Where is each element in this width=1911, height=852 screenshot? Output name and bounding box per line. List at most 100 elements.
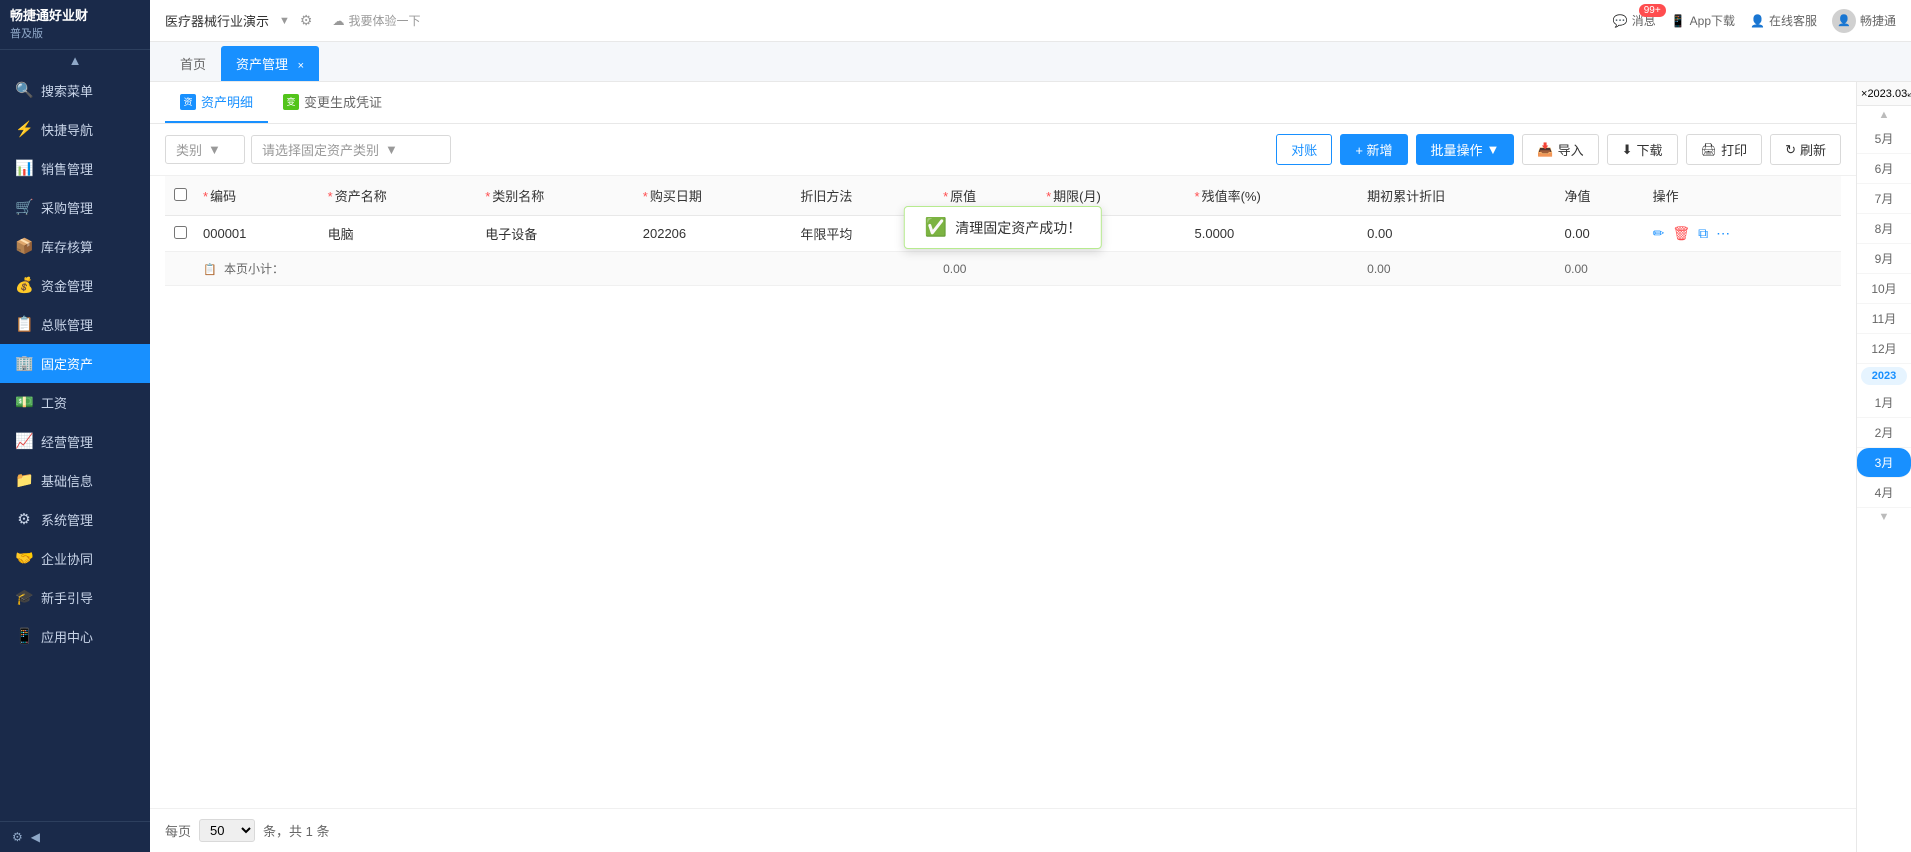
copy-icon[interactable]: ⧉ — [1698, 225, 1708, 242]
sidebar-item-应用中心[interactable]: 📱应用中心 — [0, 617, 150, 656]
per-page-select[interactable]: 50 100 — [199, 819, 255, 842]
sidebar-label-9: 经营管理 — [41, 432, 93, 451]
calendar-month-curr-3月[interactable]: 3月 — [1857, 448, 1911, 478]
category-value-dropdown-icon: ▼ — [385, 142, 398, 157]
content-area: 资 资产明细 变 变更生成凭证 类别 ▼ 请选择固定资产类别 — [150, 82, 1911, 852]
calendar-nav-up[interactable]: ▲ — [1857, 106, 1911, 124]
sidebar-icon-14: 📱 — [15, 627, 33, 645]
row-checkbox-0[interactable] — [174, 226, 187, 239]
sidebar-icon-8: 💵 — [15, 393, 33, 411]
sub-tab-asset-detail[interactable]: 资 资产明细 — [165, 82, 268, 123]
sidebar-icon-13: 🎓 — [15, 588, 33, 606]
sidebar-item-库存核算[interactable]: 📦库存核算 — [0, 227, 150, 266]
sidebar-label-7: 固定资产 — [41, 354, 93, 373]
category-dropdown-icon: ▼ — [208, 142, 221, 157]
col-initial-accumulated: 期初累计折旧 — [1359, 176, 1556, 216]
success-check-icon: ✅ — [925, 217, 947, 238]
sidebar-item-快捷导航[interactable]: ⚡快捷导航 — [0, 110, 150, 149]
settings-gear-icon[interactable]: ⚙ — [300, 12, 313, 29]
batch-ops-button[interactable]: 批量操作 ▼ — [1416, 134, 1515, 165]
row-code: 000001 — [195, 216, 320, 252]
import-button[interactable]: 📥 导入 — [1522, 134, 1598, 165]
new-button[interactable]: + 新增 — [1340, 134, 1407, 165]
subtotal-row: 📋 本页小计： 0.00 0.00 0.00 — [165, 252, 1841, 286]
calendar-month-curr-1月[interactable]: 1月 — [1857, 388, 1911, 418]
sidebar-item-搜索菜单[interactable]: 🔍搜索菜单 — [0, 71, 150, 110]
sidebar-label-0: 搜索菜单 — [41, 81, 93, 100]
online-service[interactable]: 👤 在线客服 — [1750, 12, 1817, 29]
sidebar-item-基础信息[interactable]: 📁基础信息 — [0, 461, 150, 500]
sidebar-item-企业协同[interactable]: 🤝企业协同 — [0, 539, 150, 578]
more-icon[interactable]: ⋯ — [1716, 225, 1730, 242]
success-message: 清理固定资产成功！ — [955, 218, 1081, 238]
sidebar-item-新手引导[interactable]: 🎓 新手引导 — [0, 578, 150, 617]
calendar-month-8月[interactable]: 8月 — [1857, 214, 1911, 244]
sidebar-item-资金管理[interactable]: 💰资金管理 — [0, 266, 150, 305]
sidebar-item-经营管理[interactable]: 📈经营管理 — [0, 422, 150, 461]
sidebar-icon-7: 🏢 — [15, 354, 33, 372]
refresh-button[interactable]: ↻ 刷新 — [1770, 134, 1841, 165]
settings-icon[interactable]: ⚙ — [12, 830, 23, 844]
sidebar-item-采购管理[interactable]: 🛒采购管理 — [0, 188, 150, 227]
calendar-panel: × 2023.03 ⤢ ▲ 5月6月7月8月9月10月11月12月 2023 1… — [1856, 82, 1911, 852]
tab-close-icon[interactable]: × — [298, 60, 304, 72]
company-name: 医疗器械行业演示 — [165, 11, 269, 30]
sidebar: 畅捷通好业财 普及版 ▲ 🔍搜索菜单⚡快捷导航📊销售管理🛒采购管理📦库存核算💰资… — [0, 0, 150, 852]
subtotal-period — [1038, 252, 1186, 286]
checkbox-header — [165, 176, 195, 216]
calendar-month-9月[interactable]: 9月 — [1857, 244, 1911, 274]
sidebar-item-总账管理[interactable]: 📋总账管理 — [0, 305, 150, 344]
collapse-icon[interactable]: ◀ — [31, 830, 40, 844]
avatar: 👤 — [1832, 9, 1856, 33]
sidebar-label-1: 快捷导航 — [41, 120, 93, 139]
calendar-nav-down[interactable]: ▼ — [1857, 508, 1911, 526]
sidebar-label-6: 总账管理 — [41, 315, 93, 334]
calendar-header: × 2023.03 ⤢ — [1857, 82, 1911, 106]
calendar-month-6月[interactable]: 6月 — [1857, 154, 1911, 184]
category-value-select[interactable]: 请选择固定资产类别 ▼ — [251, 135, 451, 164]
download-button[interactable]: ⬇ 下载 — [1607, 134, 1678, 165]
dropdown-icon[interactable]: ▼ — [279, 15, 290, 27]
tab-asset-management[interactable]: 资产管理 × — [221, 46, 319, 81]
subtotal-actions — [1645, 252, 1841, 286]
calendar-month-10月[interactable]: 10月 — [1857, 274, 1911, 304]
try-feature[interactable]: ☁ 我要体验一下 — [332, 12, 420, 29]
calendar-month-11月[interactable]: 11月 — [1857, 304, 1911, 334]
calendar-month-5月[interactable]: 5月 — [1857, 124, 1911, 154]
sub-tab-asset-detail-label: 资产明细 — [201, 92, 253, 111]
refresh-icon: ↻ — [1785, 142, 1796, 158]
calendar-month-12月[interactable]: 12月 — [1857, 334, 1911, 364]
sidebar-scroll-up[interactable]: ▲ — [0, 50, 150, 71]
batch-dropdown-icon: ▼ — [1487, 142, 1500, 157]
col-operations: 操作 — [1645, 176, 1841, 216]
app-download[interactable]: 📱 App下载 — [1671, 12, 1735, 29]
user-info[interactable]: 👤 畅捷通 — [1832, 9, 1896, 33]
calendar-month-7月[interactable]: 7月 — [1857, 184, 1911, 214]
import-icon: 📥 — [1537, 142, 1553, 158]
sidebar-item-工资[interactable]: 💵工资 — [0, 383, 150, 422]
table-wrapper: ✅ 清理固定资产成功！ *编码 *资产名称 *类别名称 *购买日期 — [150, 176, 1856, 808]
edit-icon[interactable]: ✏ — [1653, 225, 1665, 242]
sidebar-item-固定资产[interactable]: 🏢 固定资产 — [0, 344, 150, 383]
per-page-label: 每页 — [165, 821, 191, 840]
message-badge[interactable]: 💬 消息 99+ — [1613, 12, 1656, 29]
sidebar-item-销售管理[interactable]: 📊销售管理 — [0, 149, 150, 188]
row-purchase-date: 202206 — [635, 216, 793, 252]
category-select[interactable]: 类别 ▼ — [165, 135, 245, 164]
calendar-month-curr-4月[interactable]: 4月 — [1857, 478, 1911, 508]
sub-tab-change-voucher[interactable]: 变 变更生成凭证 — [268, 82, 397, 123]
sidebar-label-5: 资金管理 — [41, 276, 93, 295]
tab-home[interactable]: 首页 — [165, 46, 221, 81]
print-icon: 🖨 — [1701, 142, 1718, 158]
sub-tab-change-voucher-label: 变更生成凭证 — [304, 92, 382, 111]
calendar-expand-icon[interactable]: ⤢ — [1907, 87, 1911, 100]
sidebar-item-系统管理[interactable]: ⚙系统管理 — [0, 500, 150, 539]
sidebar-label-11: 系统管理 — [41, 510, 93, 529]
reconcile-button[interactable]: 对账 — [1276, 134, 1332, 165]
print-button[interactable]: 🖨 打印 — [1686, 134, 1763, 165]
sidebar-label-13: 新手引导 — [41, 588, 93, 607]
calendar-month-curr-2月[interactable]: 2月 — [1857, 418, 1911, 448]
sidebar-icon-4: 📦 — [15, 237, 33, 255]
select-all-checkbox[interactable] — [174, 188, 187, 201]
delete-icon[interactable]: 🗑 — [1672, 225, 1690, 242]
